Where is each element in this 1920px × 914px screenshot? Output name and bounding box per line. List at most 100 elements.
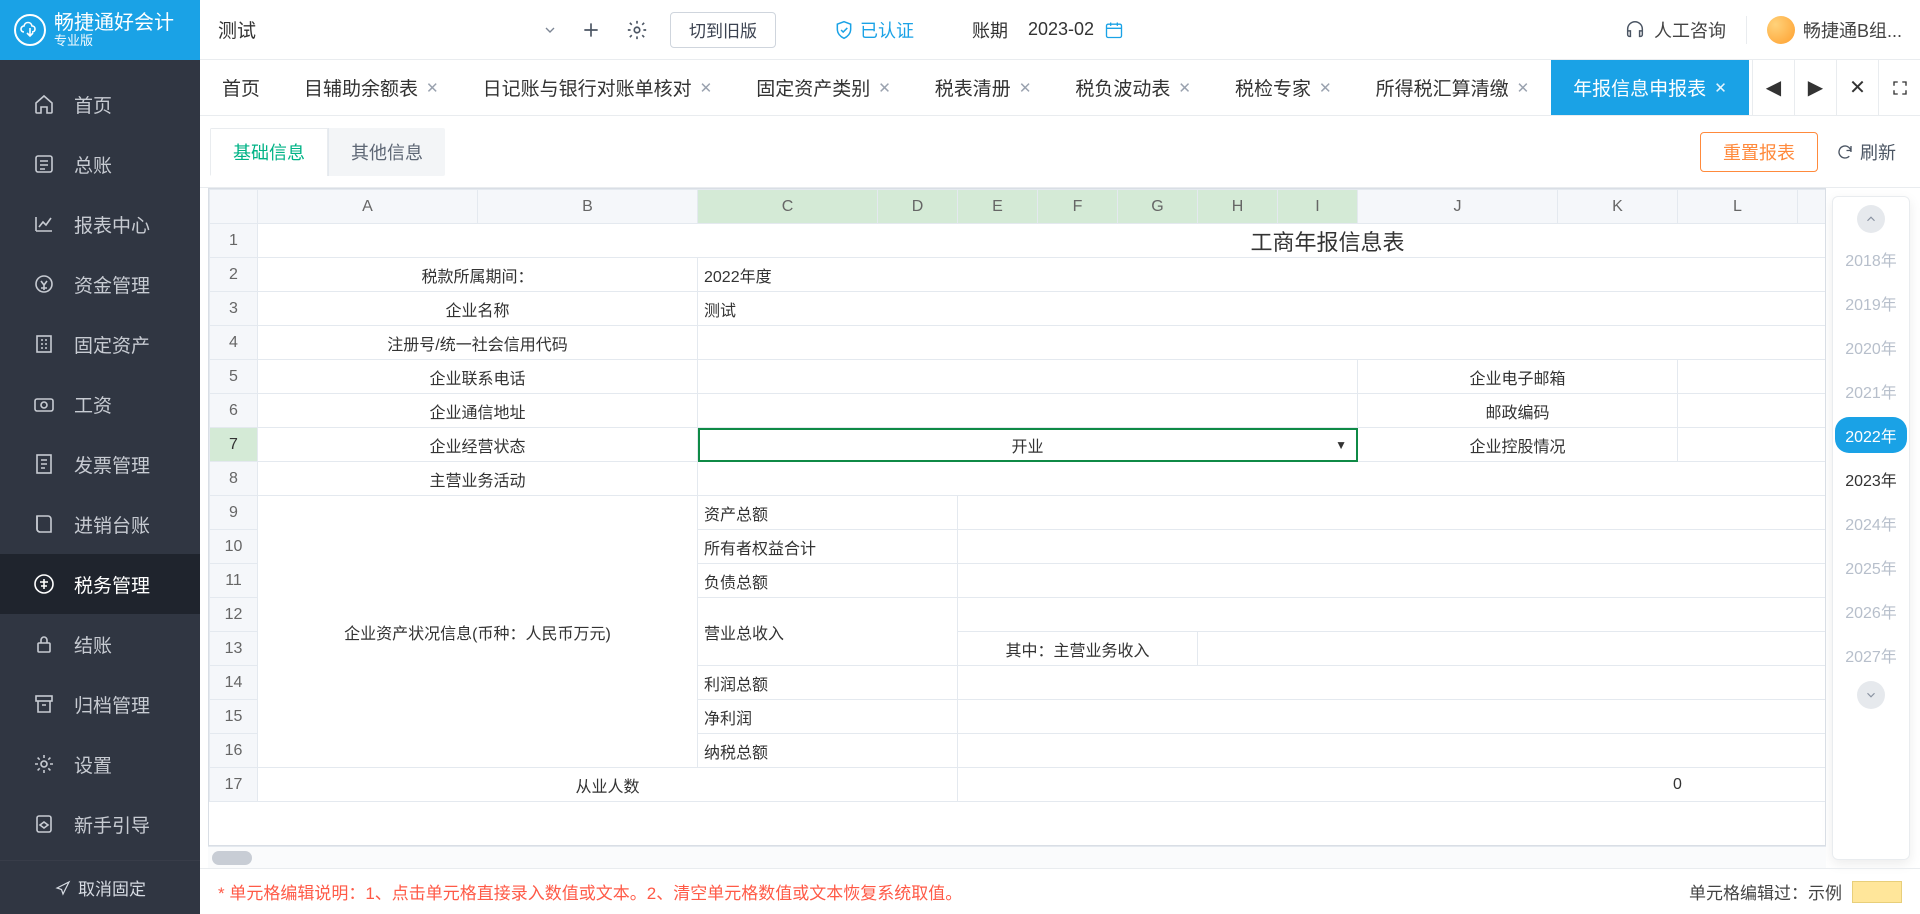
tab[interactable]: 目辅助余额表✕ bbox=[282, 60, 461, 115]
tab-close-icon[interactable]: ✕ bbox=[1319, 79, 1332, 97]
select-all-cell[interactable] bbox=[210, 190, 258, 224]
year-option[interactable]: 2027年 bbox=[1835, 637, 1907, 673]
tab[interactable]: 年报信息申报表✕ bbox=[1551, 60, 1749, 115]
nav-item-home[interactable]: 首页 bbox=[0, 74, 200, 134]
year-option[interactable]: 2019年 bbox=[1835, 285, 1907, 321]
year-option[interactable]: 2026年 bbox=[1835, 593, 1907, 629]
tab-scroll-right[interactable]: ▶ bbox=[1794, 60, 1836, 115]
row-header[interactable]: 4 bbox=[210, 326, 258, 360]
row-header[interactable]: 2 bbox=[210, 258, 258, 292]
col-header[interactable]: I bbox=[1278, 190, 1358, 224]
nav-item-salary[interactable]: 工资 bbox=[0, 374, 200, 434]
nav-item-lock[interactable]: 结账 bbox=[0, 614, 200, 674]
row-header[interactable]: 5 bbox=[210, 360, 258, 394]
cell[interactable] bbox=[698, 394, 1358, 428]
nav-item-gear[interactable]: 设置 bbox=[0, 734, 200, 794]
nav-item-building[interactable]: 固定资产 bbox=[0, 314, 200, 374]
reset-report-button[interactable]: 重置报表 bbox=[1700, 132, 1818, 172]
nav-item-archive[interactable]: 归档管理 bbox=[0, 674, 200, 734]
cell[interactable] bbox=[958, 496, 1827, 530]
nav-item-ledger[interactable]: 总账 bbox=[0, 134, 200, 194]
tab[interactable]: 固定资产类别✕ bbox=[734, 60, 913, 115]
switch-old-version-button[interactable]: 切到旧版 bbox=[670, 12, 776, 48]
year-up-button[interactable] bbox=[1857, 205, 1885, 233]
row-header[interactable]: 17 bbox=[210, 768, 258, 802]
row-header[interactable]: 14 bbox=[210, 666, 258, 700]
row-header[interactable]: 8 bbox=[210, 462, 258, 496]
tab[interactable]: 税表清册✕ bbox=[913, 60, 1054, 115]
period-picker[interactable]: 2023-02 bbox=[1028, 19, 1124, 40]
tab-close-button[interactable]: ✕ bbox=[1836, 60, 1878, 115]
nav-item-chart[interactable]: 报表中心 bbox=[0, 194, 200, 254]
tab-close-icon[interactable]: ✕ bbox=[1714, 79, 1727, 97]
cell[interactable] bbox=[958, 734, 1827, 768]
subtab-other-info[interactable]: 其他信息 bbox=[328, 128, 445, 176]
cell[interactable] bbox=[1678, 360, 1827, 394]
col-header[interactable]: L bbox=[1678, 190, 1798, 224]
tab-close-icon[interactable]: ✕ bbox=[1019, 79, 1032, 97]
settings-button[interactable] bbox=[624, 17, 650, 43]
col-header[interactable]: D bbox=[878, 190, 958, 224]
row-header[interactable]: 15 bbox=[210, 700, 258, 734]
cell[interactable] bbox=[698, 326, 1827, 360]
col-header[interactable]: K bbox=[1558, 190, 1678, 224]
tab[interactable]: 税检专家✕ bbox=[1213, 60, 1354, 115]
nav-item-tax[interactable]: 税务管理 bbox=[0, 554, 200, 614]
col-header[interactable]: E bbox=[958, 190, 1038, 224]
col-header[interactable]: A bbox=[258, 190, 478, 224]
cell[interactable]: 私营企业 bbox=[1678, 428, 1827, 462]
cell[interactable] bbox=[1198, 632, 1827, 666]
nav-item-money[interactable]: 资金管理 bbox=[0, 254, 200, 314]
row-header[interactable]: 16 bbox=[210, 734, 258, 768]
tab[interactable]: 所得税汇算清缴✕ bbox=[1354, 60, 1552, 115]
period-field-value[interactable]: 2022年度 bbox=[698, 258, 1827, 292]
horizontal-scrollbar[interactable] bbox=[208, 846, 1826, 868]
tab[interactable]: 税负波动表✕ bbox=[1053, 60, 1213, 115]
year-option[interactable]: 2022年 bbox=[1835, 417, 1907, 453]
year-option[interactable]: 2020年 bbox=[1835, 329, 1907, 365]
row-header[interactable]: 13 bbox=[210, 632, 258, 666]
col-header[interactable]: G bbox=[1118, 190, 1198, 224]
cell[interactable]: 0 bbox=[958, 768, 1827, 802]
tab-close-icon[interactable]: ✕ bbox=[1517, 79, 1530, 97]
cell[interactable] bbox=[958, 700, 1827, 734]
cell[interactable] bbox=[958, 530, 1827, 564]
nav-item-invoice[interactable]: 发票管理 bbox=[0, 434, 200, 494]
cell[interactable] bbox=[698, 462, 1827, 496]
year-option[interactable]: 2021年 bbox=[1835, 373, 1907, 409]
add-button[interactable] bbox=[578, 17, 604, 43]
nav-item-guide[interactable]: 新手引导 bbox=[0, 794, 200, 854]
row-header[interactable]: 7 bbox=[210, 428, 258, 462]
cell[interactable] bbox=[958, 666, 1827, 700]
tab-scroll-left[interactable]: ◀ bbox=[1752, 60, 1794, 115]
nav-item-book[interactable]: 进销台账 bbox=[0, 494, 200, 554]
year-down-button[interactable] bbox=[1857, 681, 1885, 709]
col-header[interactable]: J bbox=[1358, 190, 1558, 224]
row-header[interactable]: 10 bbox=[210, 530, 258, 564]
support-button[interactable]: 人工咨询 bbox=[1624, 17, 1726, 43]
user-menu[interactable]: 畅捷通B组... bbox=[1767, 16, 1902, 44]
tab-close-icon[interactable]: ✕ bbox=[700, 79, 713, 97]
tab[interactable]: 首页 bbox=[200, 60, 282, 115]
row-header[interactable]: 11 bbox=[210, 564, 258, 598]
row-header[interactable]: 1 bbox=[210, 224, 258, 258]
col-header[interactable]: B bbox=[478, 190, 698, 224]
subtab-basic-info[interactable]: 基础信息 bbox=[210, 128, 328, 176]
row-header[interactable]: 6 bbox=[210, 394, 258, 428]
col-header[interactable]: F bbox=[1038, 190, 1118, 224]
company-selector[interactable]: 测试 bbox=[218, 10, 558, 50]
refresh-button[interactable]: 刷新 bbox=[1836, 139, 1896, 165]
row-header[interactable]: 3 bbox=[210, 292, 258, 326]
business-status-select[interactable]: 开业▼ bbox=[698, 428, 1358, 462]
col-header[interactable]: C bbox=[698, 190, 878, 224]
cell[interactable] bbox=[958, 564, 1827, 598]
cell[interactable]: 测试 bbox=[698, 292, 1827, 326]
cell[interactable] bbox=[1678, 394, 1827, 428]
unpin-button[interactable]: 取消固定 bbox=[0, 860, 200, 914]
row-header[interactable]: 12 bbox=[210, 598, 258, 632]
col-header[interactable]: H bbox=[1198, 190, 1278, 224]
year-option[interactable]: 2018年 bbox=[1835, 241, 1907, 277]
year-option[interactable]: 2023年 bbox=[1835, 461, 1907, 497]
tab-close-icon[interactable]: ✕ bbox=[426, 79, 439, 97]
cell[interactable] bbox=[698, 360, 1358, 394]
